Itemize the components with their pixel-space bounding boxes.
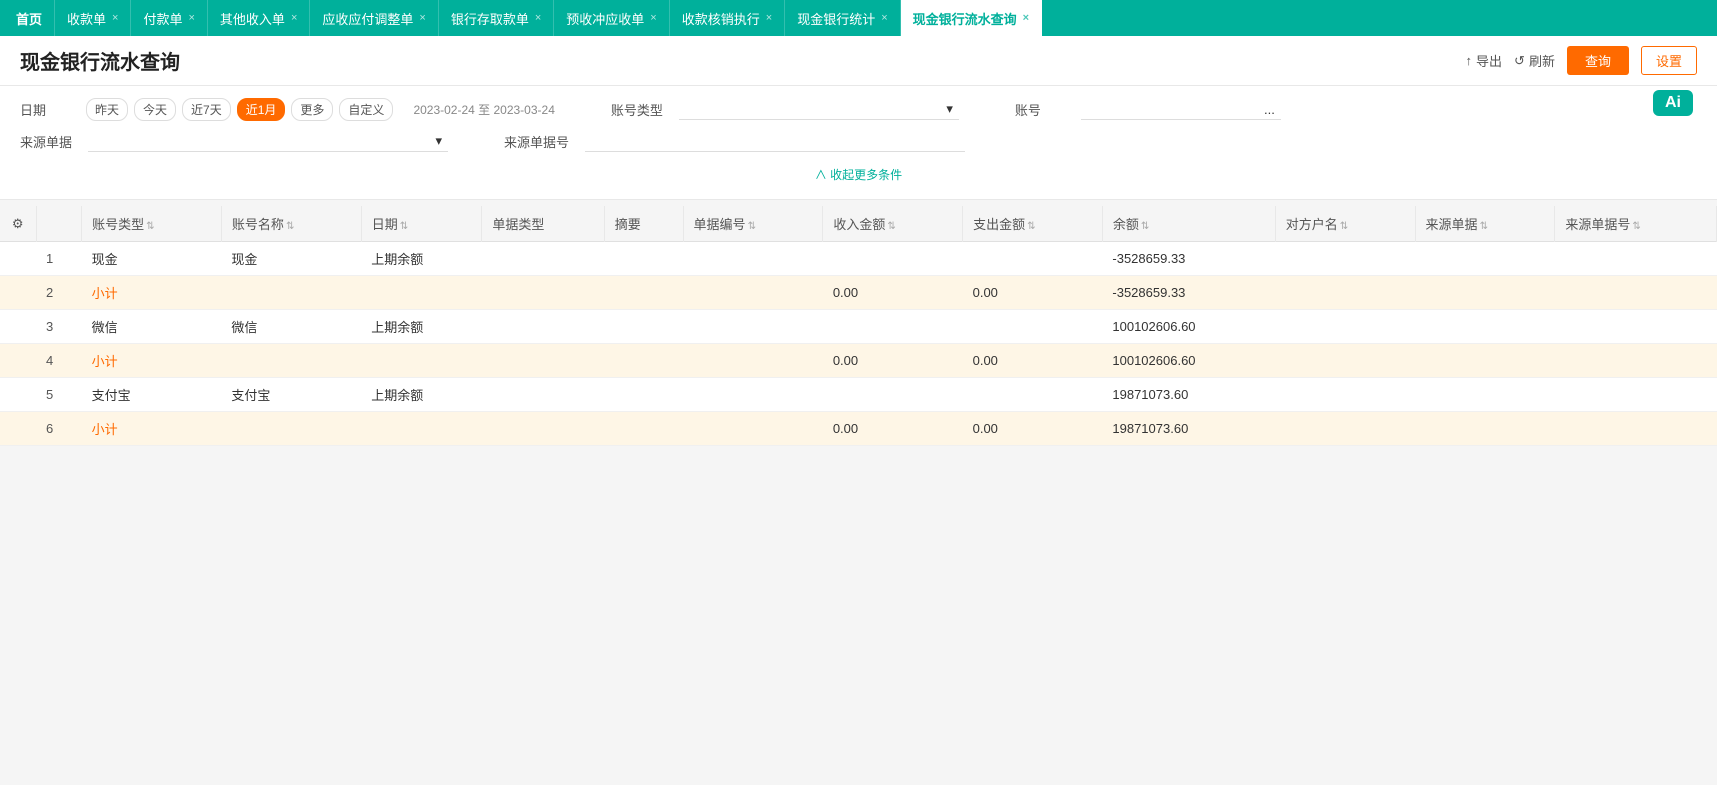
- close-icon[interactable]: ×: [1023, 12, 1029, 24]
- col-counterparty[interactable]: 对方户名⇅: [1275, 206, 1415, 242]
- table-container: ⚙ 账号类型⇅ 账号名称⇅ 日期⇅ 单据类型 摘要 单据编号⇅ 收入金额⇅ 支出…: [0, 206, 1717, 446]
- close-icon[interactable]: ×: [881, 12, 887, 24]
- close-icon[interactable]: ×: [650, 12, 656, 24]
- date-options: 昨天 今天 近7天 近1月 更多 自定义: [86, 98, 393, 121]
- source-doc-no-label: 来源单据号: [504, 132, 569, 151]
- account-label: 账号: [1015, 100, 1065, 119]
- refresh-icon: ↺: [1514, 53, 1525, 69]
- col-no: [36, 206, 82, 242]
- date-btn-yesterday[interactable]: 昨天: [86, 98, 128, 121]
- col-source-doc[interactable]: 来源单据⇅: [1415, 206, 1555, 242]
- refresh-button[interactable]: ↺ 刷新: [1514, 51, 1555, 70]
- top-nav: 首页 收款单 × 付款单 × 其他收入单 × 应收应付调整单 × 银行存取款单 …: [0, 0, 1717, 36]
- nav-tab-payment[interactable]: 付款单 ×: [131, 0, 207, 36]
- account-select[interactable]: ...: [1081, 100, 1281, 120]
- collapse-row[interactable]: ∧ 收起更多条件: [20, 162, 1697, 187]
- close-icon[interactable]: ×: [188, 12, 194, 24]
- close-icon[interactable]: ×: [535, 12, 541, 24]
- nav-tab-collection-verify[interactable]: 收款核销执行 ×: [670, 0, 785, 36]
- nav-tab-other-income[interactable]: 其他收入单 ×: [208, 0, 310, 36]
- data-table: ⚙ 账号类型⇅ 账号名称⇅ 日期⇅ 单据类型 摘要 单据编号⇅ 收入金额⇅ 支出…: [0, 206, 1717, 446]
- source-doc-label: 来源单据: [20, 132, 72, 151]
- table-row: 1现金现金上期余额-3528659.33: [0, 242, 1717, 276]
- nav-tab-cash-bank-stat[interactable]: 现金银行统计 ×: [785, 0, 900, 36]
- chevron-down-icon: ▾: [435, 133, 442, 149]
- source-doc-no-input[interactable]: [585, 132, 965, 152]
- nav-tab-home[interactable]: 首页: [4, 0, 55, 36]
- date-btn-today[interactable]: 今天: [134, 98, 176, 121]
- close-icon[interactable]: ×: [291, 12, 297, 24]
- query-button[interactable]: 查询: [1567, 46, 1629, 75]
- account-type-select[interactable]: ▾: [679, 99, 959, 120]
- col-account-name[interactable]: 账号名称⇅: [221, 206, 361, 242]
- close-icon[interactable]: ×: [419, 12, 425, 24]
- close-icon[interactable]: ×: [766, 12, 772, 24]
- table-row: 5支付宝支付宝上期余额19871073.60: [0, 378, 1717, 412]
- nav-tab-cash-bank-flow[interactable]: 现金银行流水查询 ×: [901, 0, 1042, 36]
- page-header: 现金银行流水查询 ↑ 导出 ↺ 刷新 查询 设置: [0, 36, 1717, 86]
- ai-button[interactable]: Ai: [1653, 90, 1693, 116]
- date-range: 2023-02-24 至 2023-03-24: [413, 101, 554, 118]
- header-actions: ↑ 导出 ↺ 刷新 查询 设置: [1466, 46, 1697, 75]
- nav-tab-receipt[interactable]: 收款单 ×: [55, 0, 131, 36]
- col-balance[interactable]: 余额⇅: [1102, 206, 1275, 242]
- collapse-label: 收起更多条件: [830, 168, 902, 182]
- col-account-type[interactable]: 账号类型⇅: [82, 206, 222, 242]
- gear-col-header: ⚙: [0, 206, 36, 242]
- col-expense[interactable]: 支出金额⇅: [963, 206, 1103, 242]
- table-header-row: ⚙ 账号类型⇅ 账号名称⇅ 日期⇅ 单据类型 摘要 单据编号⇅ 收入金额⇅ 支出…: [0, 206, 1717, 242]
- table-row: 6小计0.000.0019871073.60: [0, 412, 1717, 446]
- col-doc-no[interactable]: 单据编号⇅: [683, 206, 823, 242]
- chevron-down-icon: ▾: [946, 101, 953, 117]
- close-icon[interactable]: ×: [112, 12, 118, 24]
- col-summary: 摘要: [604, 206, 683, 242]
- page-title: 现金银行流水查询: [20, 46, 180, 75]
- export-icon: ↑: [1466, 53, 1473, 68]
- date-btn-more[interactable]: 更多: [291, 98, 333, 121]
- nav-tab-bank-deposit[interactable]: 银行存取款单 ×: [439, 0, 554, 36]
- date-btn-1month[interactable]: 近1月: [237, 98, 286, 121]
- collapse-icon: ∧: [815, 168, 827, 182]
- filter-area: 日期 昨天 今天 近7天 近1月 更多 自定义 2023-02-24 至 202…: [0, 86, 1717, 200]
- table-row: 3微信微信上期余额100102606.60: [0, 310, 1717, 344]
- nav-tab-advance-offset[interactable]: 预收冲应收单 ×: [554, 0, 669, 36]
- account-type-label: 账号类型: [611, 100, 663, 119]
- gear-icon[interactable]: ⚙: [12, 216, 24, 231]
- col-date[interactable]: 日期⇅: [361, 206, 482, 242]
- export-button[interactable]: ↑ 导出: [1466, 51, 1503, 70]
- table-row: 2小计0.000.00-3528659.33: [0, 276, 1717, 310]
- filter-row-2: 来源单据 ▾ 来源单据号: [20, 131, 1697, 152]
- col-doc-type: 单据类型: [482, 206, 604, 242]
- nav-tab-ar-ap-adjust[interactable]: 应收应付调整单 ×: [310, 0, 438, 36]
- date-btn-7days[interactable]: 近7天: [182, 98, 231, 121]
- date-btn-custom[interactable]: 自定义: [339, 98, 393, 121]
- source-doc-select[interactable]: ▾: [88, 131, 448, 152]
- date-label: 日期: [20, 100, 70, 119]
- settings-button[interactable]: 设置: [1641, 46, 1697, 75]
- filter-row-1: 日期 昨天 今天 近7天 近1月 更多 自定义 2023-02-24 至 202…: [20, 98, 1697, 121]
- col-income[interactable]: 收入金额⇅: [823, 206, 963, 242]
- ellipsis-icon: ...: [1264, 102, 1275, 117]
- col-source-doc-no[interactable]: 来源单据号⇅: [1555, 206, 1717, 242]
- table-row: 4小计0.000.00100102606.60: [0, 344, 1717, 378]
